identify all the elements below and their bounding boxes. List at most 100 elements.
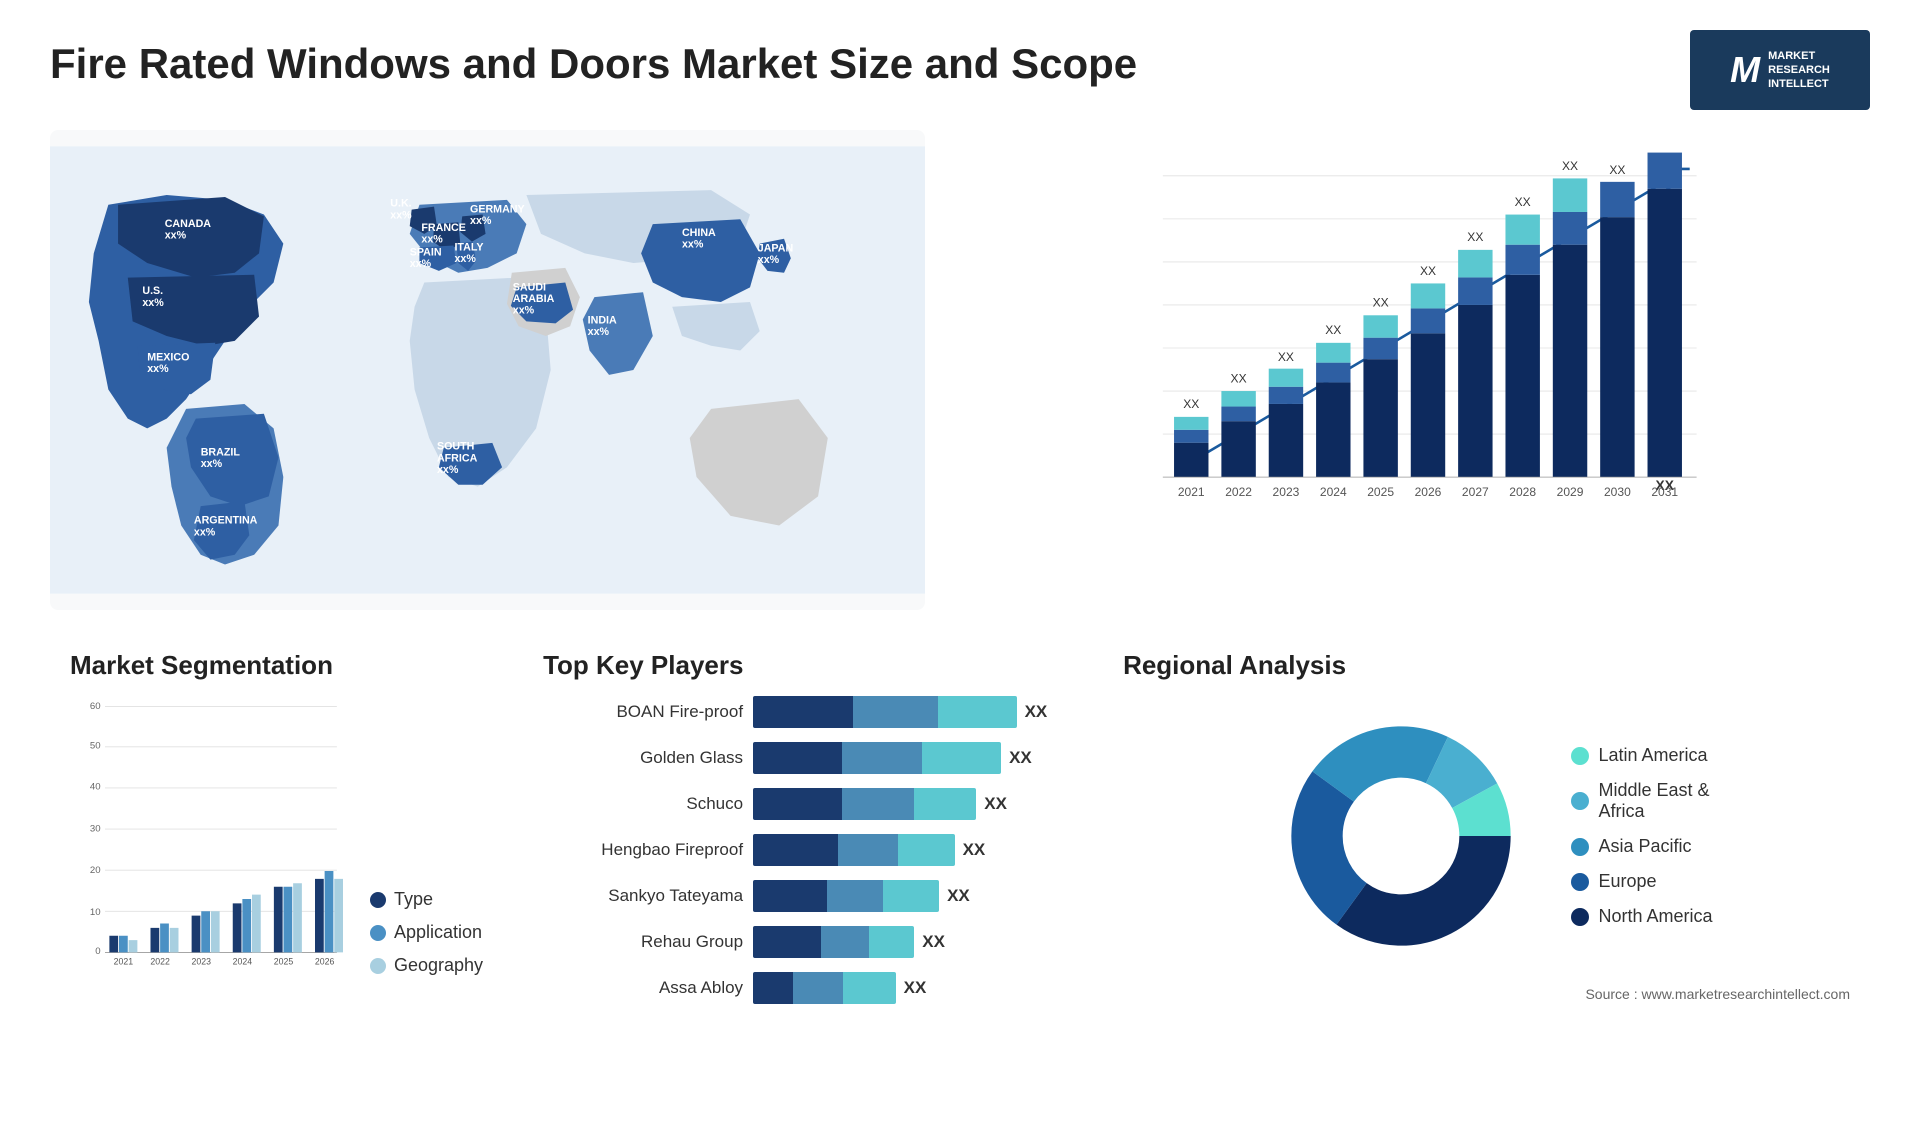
germany-value: xx%	[470, 215, 492, 227]
bar-2030-seg2	[1600, 182, 1634, 217]
bottom-section: Market Segmentation 60 50 40 30 20 10 0	[50, 640, 1870, 1100]
logo-box: M MARKET RESEARCH INTELLECT	[1690, 30, 1870, 110]
legend-application: Application	[370, 922, 483, 943]
legend-type: Type	[370, 889, 483, 910]
world-map-svg: CANADA xx% U.S. xx% MEXICO xx% BRAZIL xx…	[50, 130, 925, 610]
north-america-label: North America	[1599, 906, 1713, 927]
world-map-container: CANADA xx% U.S. xx% MEXICO xx% BRAZIL xx…	[50, 130, 925, 610]
player-bar-hengbao: XX	[753, 834, 1063, 866]
bar-2024-label: XX	[1325, 323, 1341, 337]
mexico-label: MEXICO	[147, 351, 189, 363]
geography-label: Geography	[394, 955, 483, 976]
seg-title: Market Segmentation	[70, 650, 483, 681]
bar-2031-seg2	[1648, 153, 1682, 189]
italy-label: ITALY	[454, 241, 483, 253]
svg-text:20: 20	[90, 865, 101, 876]
player-row-hengbao: Hengbao Fireproof XX	[543, 834, 1063, 866]
spain-value: xx%	[410, 258, 432, 270]
saudi-label: SAUDI	[513, 281, 546, 293]
sa-label: SOUTH	[437, 441, 474, 453]
bar-2029-label: XX	[1562, 159, 1578, 173]
bar-2027-seg2	[1458, 277, 1492, 305]
canada-value: xx%	[165, 230, 187, 242]
sa-value: xx%	[437, 464, 459, 476]
bar-2030-seg1	[1600, 217, 1634, 477]
year-2026: 2026	[1415, 485, 1442, 499]
player-name-schuco: Schuco	[543, 794, 743, 814]
svg-text:2026: 2026	[315, 957, 335, 967]
donut-center	[1343, 778, 1459, 894]
bar-2027-seg1	[1458, 305, 1492, 477]
year-2022: 2022	[1225, 485, 1252, 499]
bar-2023-label: XX	[1278, 350, 1294, 364]
bar-2024-seg1	[1316, 382, 1350, 477]
canada-label: CANADA	[165, 218, 212, 230]
regional-title: Regional Analysis	[1123, 650, 1850, 681]
bar-2023-seg3	[1269, 369, 1303, 387]
year-2028: 2028	[1509, 485, 1536, 499]
page-title: Fire Rated Windows and Doors Market Size…	[50, 40, 1137, 88]
bar-2029-seg3	[1553, 178, 1587, 212]
japan-label: JAPAN	[758, 242, 793, 254]
bar-chart-container: XX 2021 XX 2022 XX 2023 XX 2024	[955, 130, 1870, 610]
bar-2028-seg1	[1505, 275, 1539, 477]
seg-chart-area: 60 50 40 30 20 10 0	[70, 696, 483, 976]
player-bar-sankyo: XX	[753, 880, 1063, 912]
year-2021: 2021	[1178, 485, 1205, 499]
spain-label: SPAIN	[410, 246, 442, 258]
uk-value: xx%	[390, 209, 412, 221]
player-bar-rehau: XX	[753, 926, 1063, 958]
argentina-label: ARGENTINA	[194, 515, 258, 527]
regional-container: Regional Analysis	[1103, 640, 1870, 1100]
player-row-sankyo: Sankyo Tateyama XX	[543, 880, 1063, 912]
china-label: CHINA	[682, 227, 716, 239]
players-chart: BOAN Fire-proof XX Golden Glass	[543, 696, 1063, 1004]
bar-2026-seg3	[1411, 283, 1445, 308]
player-row-schuco: Schuco XX	[543, 788, 1063, 820]
bar-2021-seg2	[1174, 430, 1208, 443]
player-row-boan: BOAN Fire-proof XX	[543, 696, 1063, 728]
bar-2024-seg3	[1316, 343, 1350, 363]
bar-2022-seg2	[1221, 407, 1255, 422]
us-value: xx%	[142, 297, 164, 309]
bar-2029-seg2	[1553, 212, 1587, 245]
bar-2028-seg3	[1505, 215, 1539, 245]
year-2024: 2024	[1320, 485, 1347, 499]
saudi-value: xx%	[513, 305, 535, 317]
legend-mea: Middle East &Africa	[1571, 780, 1713, 822]
player-bar-golden: XX	[753, 742, 1063, 774]
svg-text:50: 50	[90, 741, 101, 752]
brazil-label: BRAZIL	[201, 447, 241, 459]
france-value: xx%	[421, 234, 443, 246]
bar-2022-seg3	[1221, 391, 1255, 406]
page-container: Fire Rated Windows and Doors Market Size…	[0, 0, 1920, 1146]
saudi-label2: ARABIA	[513, 293, 555, 305]
france-label: FRANCE	[421, 222, 466, 234]
bar-2028-label: XX	[1515, 195, 1531, 209]
sa-label2: AFRICA	[437, 452, 478, 464]
germany-label: GERMANY	[470, 204, 525, 216]
regional-legend: Latin America Middle East &Africa Asia P…	[1571, 745, 1713, 927]
year-2025: 2025	[1367, 485, 1394, 499]
india-value: xx%	[588, 326, 610, 338]
apac-label: Asia Pacific	[1599, 836, 1692, 857]
year-2030: 2030	[1604, 485, 1631, 499]
svg-text:2024: 2024	[233, 957, 253, 967]
type-dot	[370, 892, 386, 908]
bar-2021-label: XX	[1183, 397, 1199, 411]
bar-2024-seg2	[1316, 363, 1350, 383]
latin-dot	[1571, 747, 1589, 765]
year-2031: 2031	[1651, 485, 1678, 499]
bar-2022-seg1	[1221, 421, 1255, 477]
legend-geography: Geography	[370, 955, 483, 976]
bar-2026-seg2	[1411, 308, 1445, 333]
bar-2031-seg1	[1648, 189, 1682, 477]
brazil-value: xx%	[201, 458, 223, 470]
players-title: Top Key Players	[543, 650, 1063, 681]
svg-text:2022: 2022	[150, 957, 170, 967]
bar-2027-label: XX	[1467, 230, 1483, 244]
svg-text:2025: 2025	[274, 957, 294, 967]
legend-latin: Latin America	[1571, 745, 1713, 766]
application-label: Application	[394, 922, 482, 943]
player-bar-assa: XX	[753, 972, 1063, 1004]
